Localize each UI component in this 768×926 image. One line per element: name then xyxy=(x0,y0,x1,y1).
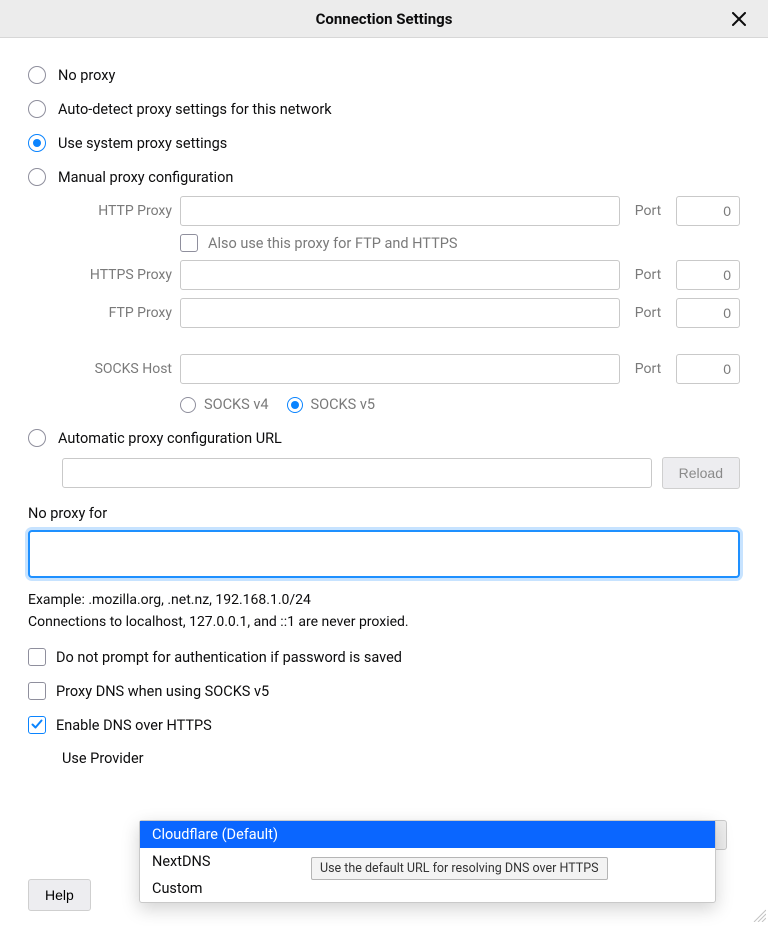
http-proxy-input[interactable] xyxy=(180,196,620,226)
radio-socks-v5[interactable] xyxy=(287,397,303,413)
radio-auto-pac-label: Automatic proxy configuration URL xyxy=(58,430,282,447)
checkbox-proxy-dns-socks5-label: Proxy DNS when using SOCKS v5 xyxy=(56,683,269,700)
checkbox-enable-doh[interactable] xyxy=(28,716,46,734)
socks-port-input[interactable] xyxy=(676,354,740,384)
http-port-label: Port xyxy=(628,203,668,219)
checkbox-also-use-proxy[interactable] xyxy=(180,234,198,252)
socks-host-label: SOCKS Host xyxy=(62,361,172,377)
help-button[interactable]: Help xyxy=(28,879,91,911)
checkbox-no-auth-prompt-label: Do not prompt for authentication if pass… xyxy=(56,649,402,666)
https-port-label: Port xyxy=(628,267,668,283)
resize-grip-icon[interactable] xyxy=(750,906,766,922)
radio-auto-detect-label: Auto-detect proxy settings for this netw… xyxy=(58,101,332,118)
radio-no-proxy[interactable] xyxy=(28,66,46,84)
checkbox-no-auth-prompt[interactable] xyxy=(28,648,46,666)
radio-socks-v5-label: SOCKS v5 xyxy=(311,396,376,413)
ftp-proxy-label: FTP Proxy xyxy=(62,305,172,321)
no-proxy-note: Connections to localhost, 127.0.0.1, and… xyxy=(28,614,740,630)
radio-no-proxy-label: No proxy xyxy=(58,67,115,84)
pac-url-input[interactable] xyxy=(62,458,652,488)
radio-auto-detect[interactable] xyxy=(28,100,46,118)
no-proxy-example: Example: .mozilla.org, .net.nz, 192.168.… xyxy=(28,592,740,608)
radio-socks-v4-label: SOCKS v4 xyxy=(204,396,269,413)
provider-option-cloudflare[interactable]: Cloudflare (Default) xyxy=(140,821,715,848)
radio-manual-proxy-label: Manual proxy configuration xyxy=(58,169,233,186)
radio-socks-v4[interactable] xyxy=(180,397,196,413)
close-icon[interactable] xyxy=(728,8,750,30)
checkbox-enable-doh-label: Enable DNS over HTTPS xyxy=(56,717,212,734)
ftp-port-input[interactable] xyxy=(676,298,740,328)
provider-tooltip: Use the default URL for resolving DNS ov… xyxy=(311,857,608,880)
checkbox-proxy-dns-socks5[interactable] xyxy=(28,682,46,700)
checkbox-also-use-proxy-label: Also use this proxy for FTP and HTTPS xyxy=(208,235,457,252)
radio-auto-pac[interactable] xyxy=(28,429,46,447)
radio-system-proxy[interactable] xyxy=(28,134,46,152)
https-proxy-label: HTTPS Proxy xyxy=(62,267,172,283)
https-port-input[interactable] xyxy=(676,260,740,290)
http-port-input[interactable] xyxy=(676,196,740,226)
socks-port-label: Port xyxy=(628,361,668,377)
ftp-port-label: Port xyxy=(628,305,668,321)
socks-host-input[interactable] xyxy=(180,354,620,384)
no-proxy-for-input[interactable] xyxy=(28,530,740,578)
reload-button[interactable]: Reload xyxy=(662,457,740,489)
radio-manual-proxy[interactable] xyxy=(28,168,46,186)
use-provider-label: Use Provider xyxy=(62,750,144,767)
dialog-title: Connection Settings xyxy=(316,10,453,28)
https-proxy-input[interactable] xyxy=(180,260,620,290)
http-proxy-label: HTTP Proxy xyxy=(62,203,172,219)
ftp-proxy-input[interactable] xyxy=(180,298,620,328)
no-proxy-for-label: No proxy for xyxy=(28,505,740,522)
radio-system-proxy-label: Use system proxy settings xyxy=(58,135,227,152)
